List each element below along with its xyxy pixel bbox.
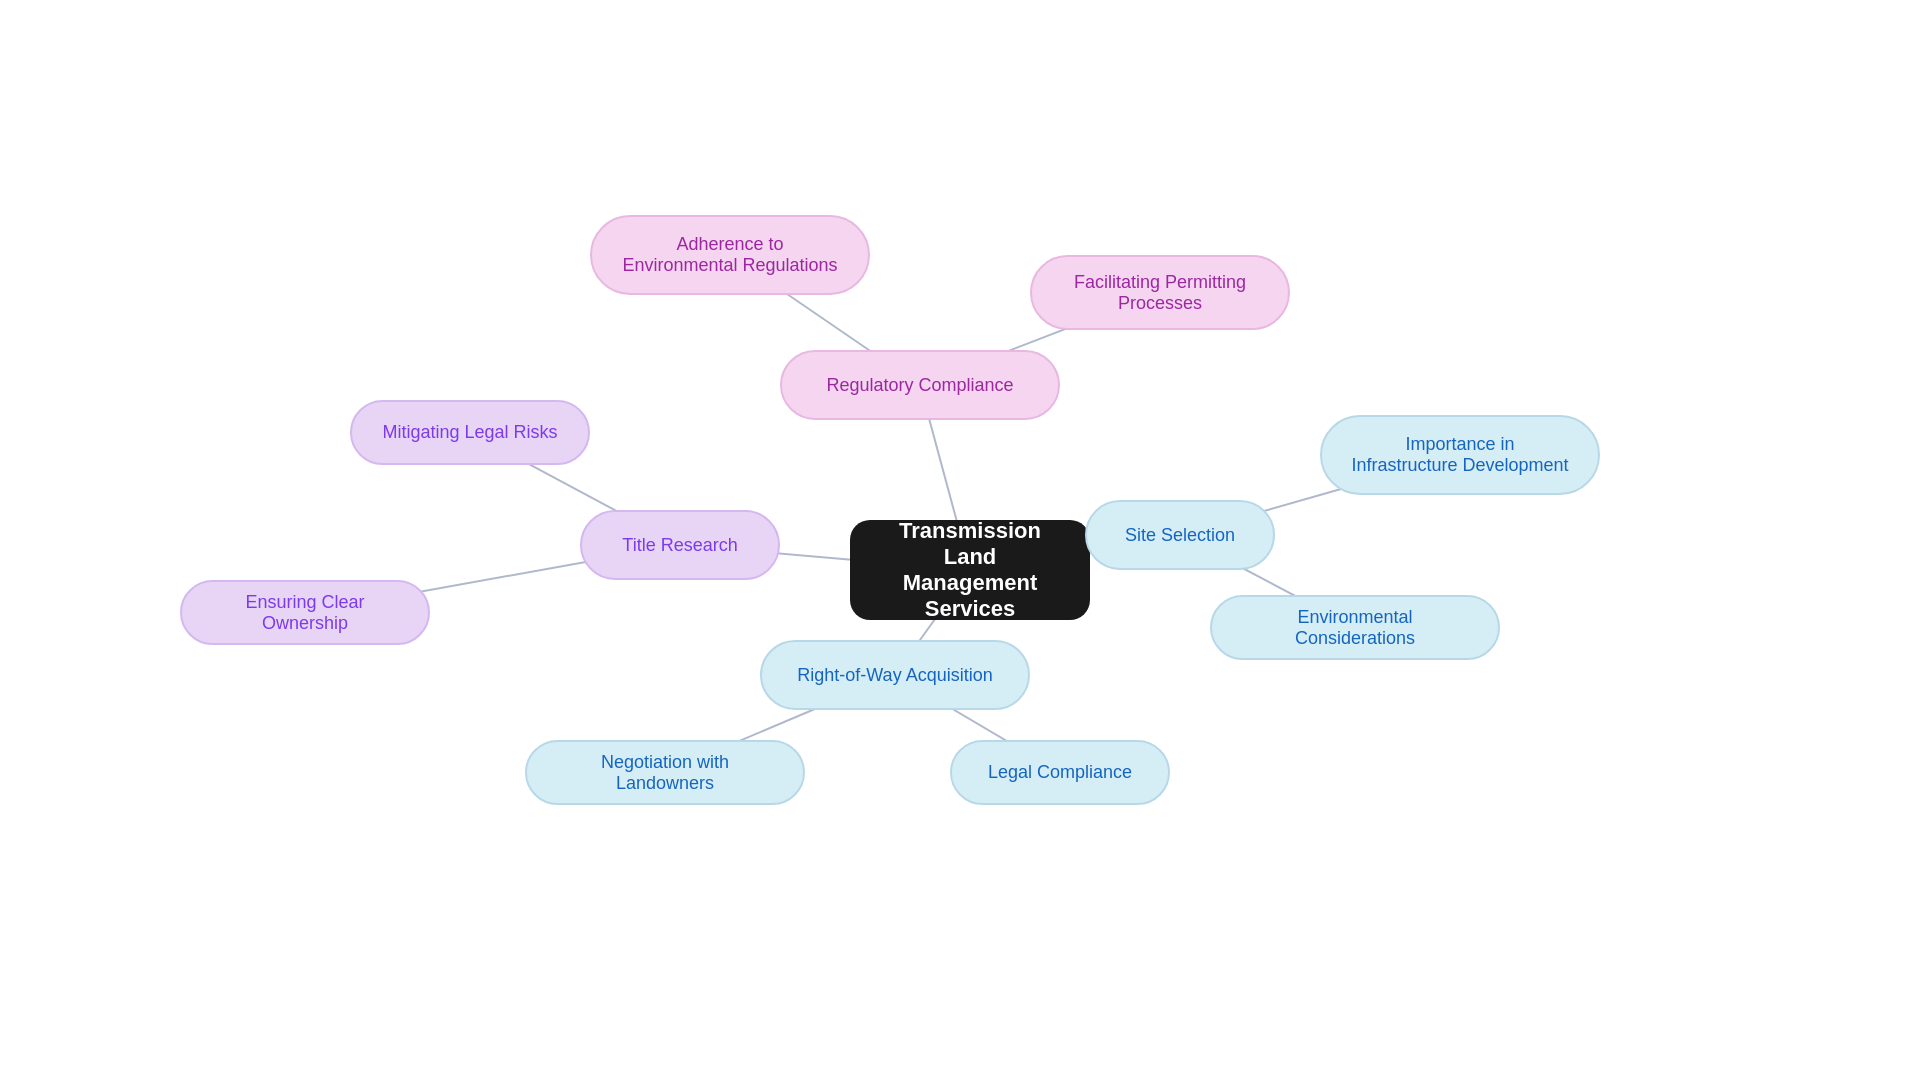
node-env-considerations: Environmental Considerations	[1210, 595, 1500, 660]
node-mitigating-legal-risks: Mitigating Legal Risks	[350, 400, 590, 465]
node-adherence-env-reg: Adherence to Environmental Regulations	[590, 215, 870, 295]
node-negotiation-landowners: Negotiation with Landowners	[525, 740, 805, 805]
node-center: Transmission Land Management Services	[850, 520, 1090, 620]
node-site-selection: Site Selection	[1085, 500, 1275, 570]
node-right-of-way: Right-of-Way Acquisition	[760, 640, 1030, 710]
node-importance-infra: Importance in Infrastructure Development	[1320, 415, 1600, 495]
mind-map-canvas: Transmission Land Management Services Reg…	[0, 0, 1920, 1083]
node-facilitating-permitting: Facilitating Permitting Processes	[1030, 255, 1290, 330]
node-title-research: Title Research	[580, 510, 780, 580]
node-legal-compliance: Legal Compliance	[950, 740, 1170, 805]
node-ensuring-clear-ownership: Ensuring Clear Ownership	[180, 580, 430, 645]
node-regulatory-compliance: Regulatory Compliance	[780, 350, 1060, 420]
